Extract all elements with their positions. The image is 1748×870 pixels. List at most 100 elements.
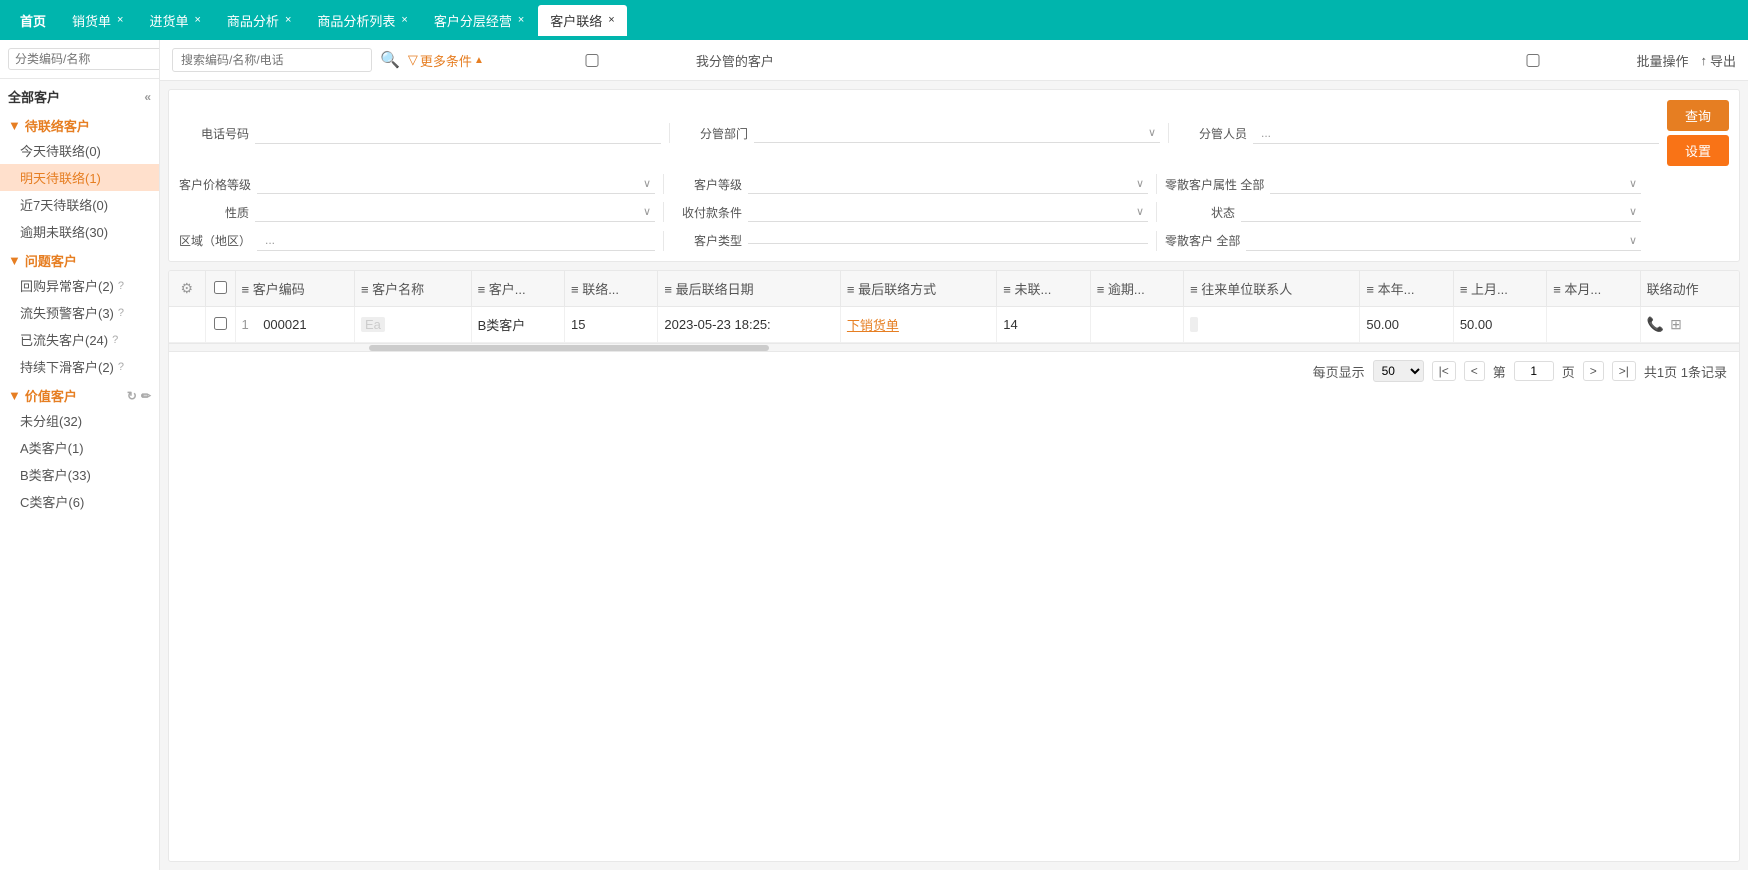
batch-operation-button[interactable]: 批量操作 <box>1433 51 1688 70</box>
more-filter-button[interactable]: ▽ 更多条件 ▲ <box>408 51 484 70</box>
phone-action-icon[interactable]: 📞 <box>1647 316 1664 333</box>
select-all-checkbox[interactable] <box>214 281 227 294</box>
nav-close-product-analysis[interactable]: × <box>285 14 291 26</box>
sidebar-churned[interactable]: 已流失客户(24) ? <box>0 326 159 353</box>
region-select[interactable]: ... <box>257 230 655 251</box>
last-method-link[interactable]: 下销货单 <box>847 318 899 333</box>
sidebar-today-pending[interactable]: 今天待联络(0) <box>0 137 159 164</box>
table-footer: 每页显示 50 100 200 |< < 第 页 > >| 共1页 1条记录 <box>169 351 1739 390</box>
row-checkbox[interactable] <box>214 317 227 330</box>
nav-close-product-list[interactable]: × <box>401 14 407 26</box>
td-last-date: 2023-05-23 18:25: <box>658 307 841 343</box>
nav-customer-tier[interactable]: 客户分层经营 × <box>422 5 536 36</box>
filter-status: 状态 ∨ <box>1165 202 1641 222</box>
sidebar-declining[interactable]: 持续下滑客户(2) ? <box>0 353 159 380</box>
retail-attr-select[interactable]: ∨ <box>1270 174 1641 194</box>
customer-type-select[interactable] <box>748 237 1148 244</box>
sidebar-ungrouped[interactable]: 未分组(32) <box>0 407 159 434</box>
page-input[interactable] <box>1514 361 1554 381</box>
export-button[interactable]: ↑ 导出 <box>1700 51 1736 70</box>
refresh-icon[interactable]: ↻ <box>127 389 137 403</box>
price-grade-label: 客户价格等级 <box>179 176 251 193</box>
phone-input[interactable] <box>255 123 661 144</box>
sidebar-overdue-pending[interactable]: 逾期未联络(30) <box>0 218 159 245</box>
nav-close-sales[interactable]: × <box>117 14 123 26</box>
divider <box>663 231 664 251</box>
customer-type-value: B类客户 <box>478 318 526 333</box>
sidebar-c-class[interactable]: C类客户(6) <box>0 488 159 515</box>
prev-page-button[interactable]: < <box>1464 361 1485 381</box>
ellipsis-icon: ... <box>1261 126 1271 140</box>
item-label: A类客户(1) <box>20 438 84 457</box>
td-contact-count: 15 <box>565 307 658 343</box>
status-select[interactable]: ∨ <box>1241 202 1641 222</box>
th-last-month-label: ≡ 上月... <box>1460 282 1508 297</box>
retail-customer-select[interactable]: ∨ <box>1246 231 1641 251</box>
nav-close-purchase[interactable]: × <box>194 14 200 26</box>
dept-select[interactable]: ∨ <box>754 123 1160 143</box>
nav-purchase-order[interactable]: 进货单 × <box>137 5 212 36</box>
nav-close-customer-tier[interactable]: × <box>518 14 524 26</box>
sidebar-churn-warning[interactable]: 流失预警客户(3) ? <box>0 299 159 326</box>
per-page-select[interactable]: 50 100 200 <box>1373 360 1424 382</box>
sidebar-repurchase-abnormal[interactable]: 回购异常客户(2) ? <box>0 272 159 299</box>
gear-icon[interactable]: ⚙ <box>180 280 193 296</box>
nav-sales-order[interactable]: 销货单 × <box>60 5 135 36</box>
customer-grade-select[interactable]: ∨ <box>748 174 1148 194</box>
sidebar-tomorrow-pending[interactable]: 明天待联络(1) <box>0 164 159 191</box>
sidebar-collapse-icon[interactable]: « <box>144 90 151 104</box>
th-type: ≡ 客户... <box>471 271 564 307</box>
th-type-label: ≡ 客户... <box>478 282 526 297</box>
grid-action-icon[interactable]: ⊞ <box>1670 316 1682 333</box>
next-page-button[interactable]: > <box>1583 361 1604 381</box>
nav-customer-contact[interactable]: 客户联络 × <box>538 5 626 36</box>
price-grade-select[interactable]: ∨ <box>257 174 655 194</box>
nav-close-customer-contact[interactable]: × <box>608 14 614 26</box>
sidebar-week-pending[interactable]: 近7天待联络(0) <box>0 191 159 218</box>
edit-icon[interactable]: ✏ <box>141 389 151 403</box>
chevron-down-icon: ∨ <box>1629 177 1637 190</box>
nature-select[interactable]: ∨ <box>255 202 655 222</box>
td-last-month: 50.00 <box>1453 307 1546 343</box>
batch-checkbox[interactable] <box>1433 54 1633 67</box>
th-no-contact: ≡ 未联... <box>997 271 1090 307</box>
sidebar-b-class[interactable]: B类客户(33) <box>0 461 159 488</box>
nav-product-analysis[interactable]: 商品分析 × <box>215 5 303 36</box>
sidebar-group-value[interactable]: ▼ 价值客户 ↻ ✏ <box>0 380 159 407</box>
page-label: 第 <box>1493 362 1506 381</box>
sidebar-group-pending[interactable]: ▼ 待联络客户 <box>0 110 159 137</box>
payment-select[interactable]: ∨ <box>748 202 1148 222</box>
region-label: 区域（地区） <box>179 232 251 249</box>
sidebar-group-problem[interactable]: ▼ 问题客户 <box>0 245 159 272</box>
th-no-contact-label: ≡ 未联... <box>1003 282 1051 297</box>
scrollbar-thumb[interactable] <box>369 345 769 351</box>
last-page-button[interactable]: >| <box>1612 361 1636 381</box>
action-icons: 📞 ⊞ <box>1647 316 1733 333</box>
th-action-label: 联络动作 <box>1647 282 1699 297</box>
manager-select[interactable]: ... <box>1253 123 1659 144</box>
my-customers-checkbox[interactable] <box>492 54 692 67</box>
dept-label: 分管部门 <box>678 125 748 142</box>
search-input[interactable] <box>172 48 372 72</box>
nav-home[interactable]: 首页 <box>8 5 58 36</box>
table-row: 1 000021 Ea B类客户 15 <box>169 307 1739 343</box>
top-nav: 首页 销货单 × 进货单 × 商品分析 × 商品分析列表 × 客户分层经营 × … <box>0 0 1748 40</box>
th-last-method: ≡ 最后联络方式 <box>840 271 996 307</box>
th-code-label: ≡ 客户编码 <box>242 282 305 297</box>
filter-price-grade: 客户价格等级 ∨ <box>179 174 655 194</box>
search-button[interactable]: 🔍 <box>380 50 400 70</box>
item-label: 明天待联络(1) <box>20 168 101 187</box>
first-page-button[interactable]: |< <box>1432 361 1456 381</box>
nav-product-analysis-list[interactable]: 商品分析列表 × <box>305 5 419 36</box>
horizontal-scrollbar[interactable] <box>169 343 1739 351</box>
nav-label: 商品分析 <box>227 11 279 30</box>
query-button[interactable]: 查询 <box>1667 100 1729 131</box>
settings-button[interactable]: 设置 <box>1667 135 1729 166</box>
sidebar-a-class[interactable]: A类客户(1) <box>0 434 159 461</box>
my-customers-toggle[interactable]: 我分管的客户 <box>492 51 774 70</box>
sidebar-all-customers[interactable]: 全部客户 « <box>0 79 159 110</box>
arrow-icon: ▼ <box>8 388 21 403</box>
contact-count-value: 15 <box>571 317 585 332</box>
sidebar-search-input[interactable] <box>8 48 160 70</box>
th-company-contact: ≡ 往来单位联系人 <box>1184 271 1360 307</box>
